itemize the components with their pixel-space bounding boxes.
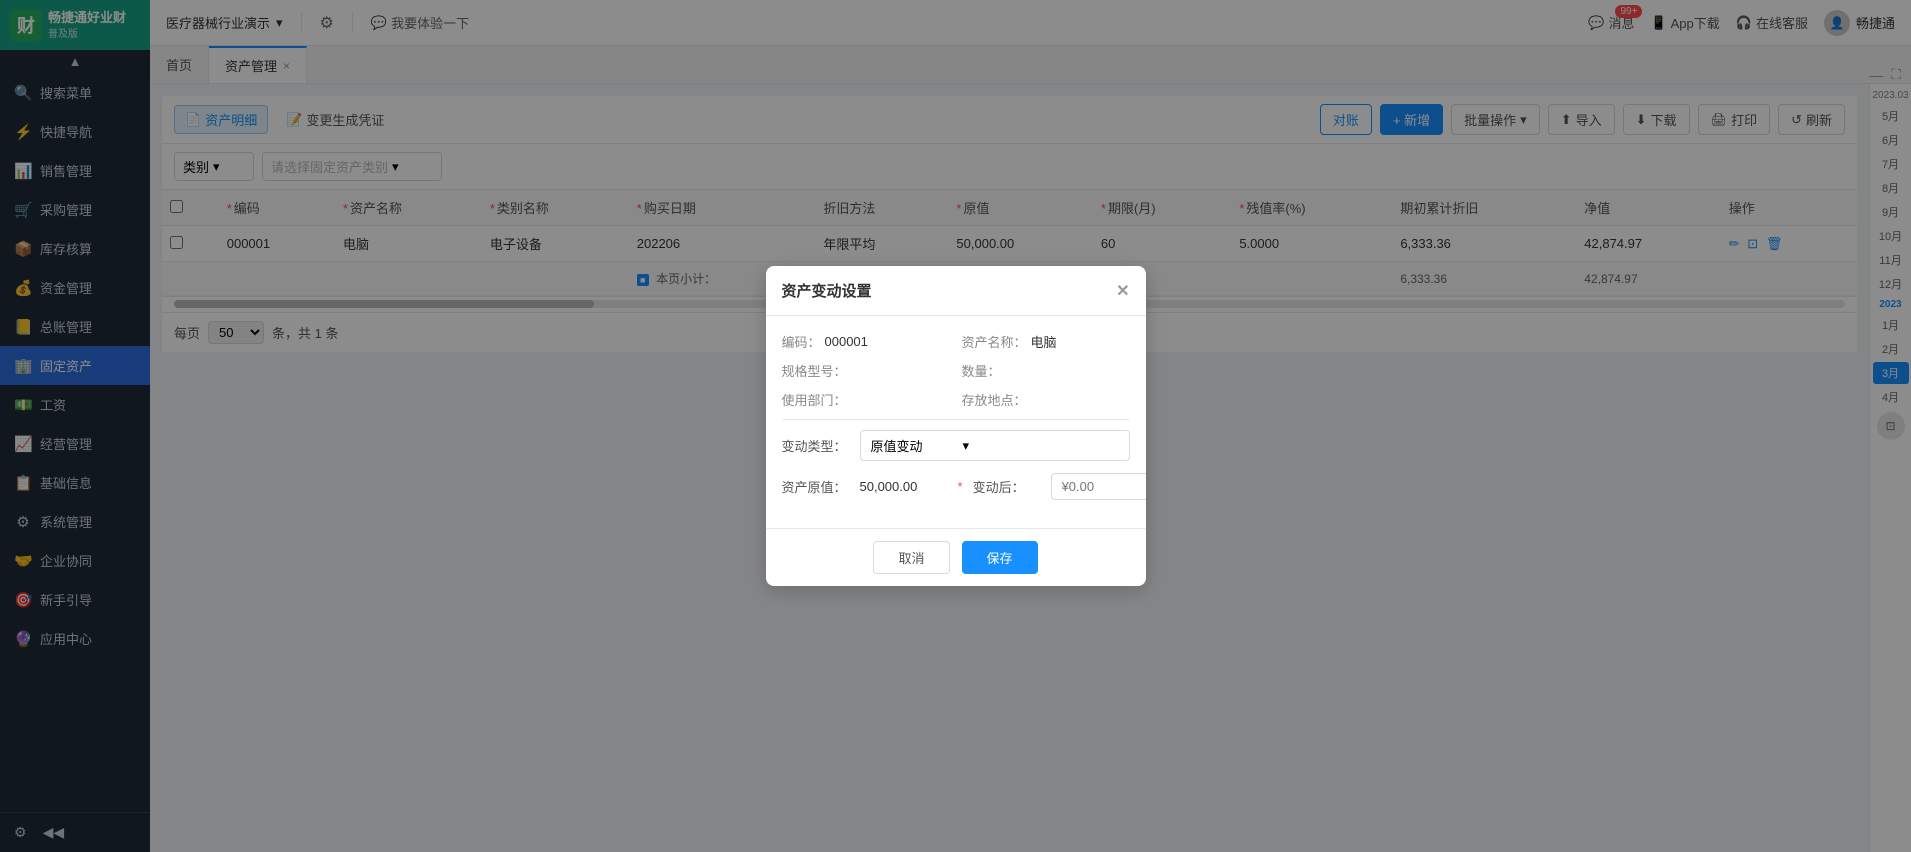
save-button[interactable]: 保存 [962, 541, 1038, 574]
dialog-field-code: 编码： 000001 [782, 332, 950, 351]
required-star: * [958, 479, 963, 494]
change-type-value: 原值变动 [871, 436, 923, 455]
dialog-change-type-row: 变动类型： 原值变动 ▾ [782, 430, 1130, 461]
after-change-input[interactable] [1051, 473, 1146, 500]
dialog-footer: 取消 保存 [766, 528, 1146, 586]
dialog-field-department: 使用部门： [782, 390, 950, 409]
modal-overlay: 资产变动设置 ✕ 编码： 000001 资产名称： 电脑 规格型号： [0, 0, 1911, 852]
dialog-body: 编码： 000001 资产名称： 电脑 规格型号： 数量： [766, 316, 1146, 528]
change-type-dropdown-icon: ▾ [963, 438, 970, 454]
dialog-row-3: 使用部门： 存放地点： [782, 390, 1130, 409]
change-type-select[interactable]: 原值变动 ▾ [860, 430, 1130, 461]
dialog-row-1: 编码： 000001 资产名称： 电脑 [782, 332, 1130, 351]
spec-label: 规格型号： [782, 361, 847, 380]
asset-name-label: 资产名称： [962, 332, 1027, 351]
dialog-row-2: 规格型号： 数量： [782, 361, 1130, 380]
quantity-label: 数量： [962, 361, 1001, 380]
after-change-label: 变动后： [973, 477, 1043, 496]
dialog-header: 资产变动设置 ✕ [766, 266, 1146, 316]
original-value-label: 资产原值： [782, 477, 852, 496]
dialog-close-button[interactable]: ✕ [1116, 281, 1129, 301]
cancel-label: 取消 [898, 551, 924, 566]
code-label: 编码： [782, 332, 821, 351]
dialog-field-asset-name: 资产名称： 电脑 [962, 332, 1130, 351]
asset-name-value: 电脑 [1031, 332, 1057, 351]
change-type-label: 变动类型： [782, 436, 852, 455]
original-value-display: 50,000.00 [860, 479, 950, 494]
save-label: 保存 [987, 551, 1013, 566]
dialog-field-quantity: 数量： [962, 361, 1130, 380]
dialog-divider [782, 419, 1130, 420]
dialog-title: 资产变动设置 [782, 280, 872, 301]
code-value: 000001 [825, 334, 868, 349]
asset-change-dialog: 资产变动设置 ✕ 编码： 000001 资产名称： 电脑 规格型号： [766, 266, 1146, 586]
cancel-button[interactable]: 取消 [873, 541, 949, 574]
dialog-field-spec: 规格型号： [782, 361, 950, 380]
department-label: 使用部门： [782, 390, 847, 409]
location-label: 存放地点： [962, 390, 1027, 409]
dialog-value-row: 资产原值： 50,000.00 * 变动后： [782, 473, 1130, 500]
dialog-field-location: 存放地点： [962, 390, 1130, 409]
